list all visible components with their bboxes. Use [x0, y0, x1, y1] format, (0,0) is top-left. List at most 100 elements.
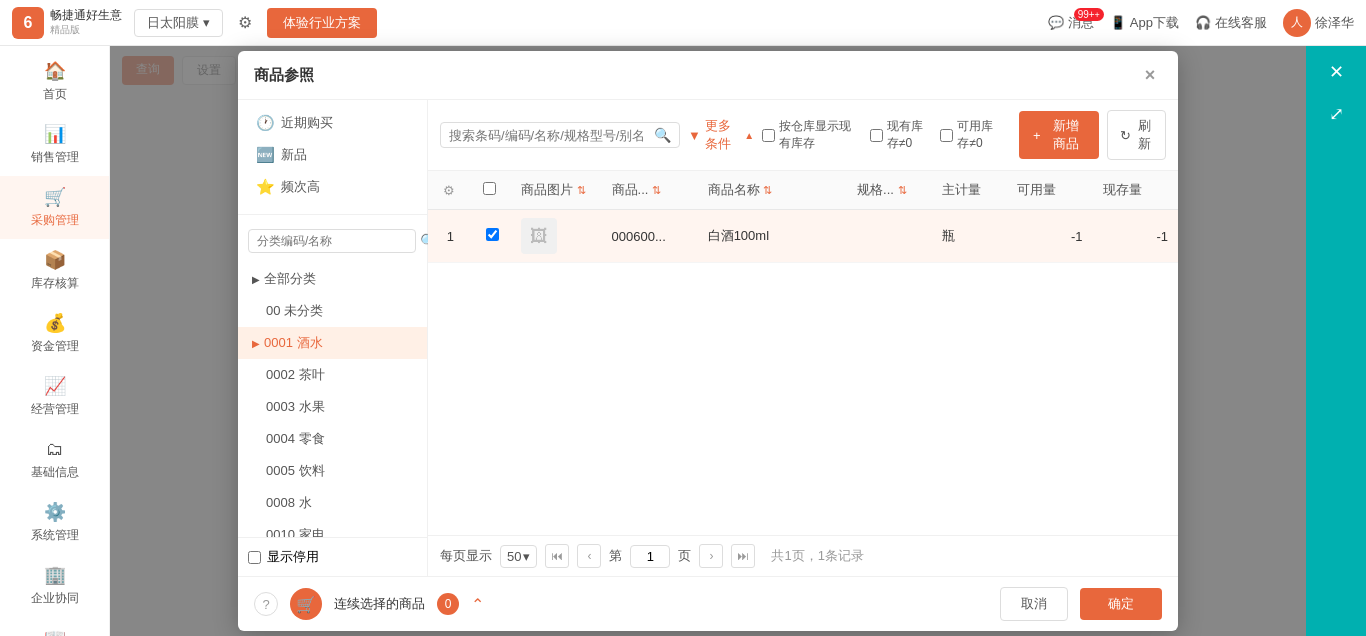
product-reference-modal: 商品参照 × 🕐 近期购买: [238, 51, 1178, 631]
settings-icon[interactable]: ⚙: [231, 9, 259, 37]
cta-button[interactable]: 体验行业方案: [267, 8, 377, 38]
sidebar-item-sys[interactable]: ⚙️ 系统管理: [0, 491, 109, 554]
help-button[interactable]: ?: [254, 592, 278, 616]
category-0004[interactable]: 0004 零食: [238, 423, 427, 455]
modal-overlay: 商品参照 × 🕐 近期购买: [110, 46, 1306, 636]
category-0003[interactable]: 0003 水果: [238, 391, 427, 423]
fold-button[interactable]: ⌃: [471, 595, 484, 614]
sidebar-item-corp[interactable]: 🏢 企业协同: [0, 554, 109, 617]
logo-text: 畅捷通好生意: [50, 8, 122, 24]
modal-close-button[interactable]: ×: [1138, 63, 1162, 87]
clock-icon: 🕐: [256, 114, 275, 132]
row-select-checkbox[interactable]: [486, 228, 499, 241]
app-download-item[interactable]: 📱 App下载: [1110, 14, 1179, 32]
category-all[interactable]: ▶ 全部分类: [238, 263, 427, 295]
avail-stock-checkbox[interactable]: [940, 129, 953, 142]
column-settings-icon[interactable]: ⚙: [438, 179, 460, 201]
more-filter-button[interactable]: ▼ 更多条件 ▲: [688, 117, 754, 153]
avail-stock-label: 可用库存≠0: [957, 118, 1002, 152]
sidebar-item-sales[interactable]: 📊 销售管理: [0, 113, 109, 176]
col-header-spec: 规格... ⇅: [847, 171, 932, 210]
logo-sub: 精品版: [50, 23, 122, 37]
cat-00-label: 00 未分类: [266, 302, 323, 320]
tab-recent-purchase[interactable]: 🕐 近期购买: [246, 108, 419, 138]
add-product-button[interactable]: + 新增商品: [1019, 111, 1099, 159]
row-spec: [847, 210, 932, 263]
sidebar-item-finance[interactable]: 💰 资金管理: [0, 302, 109, 365]
tab-new-products[interactable]: 🆕 新品: [246, 140, 419, 170]
page-number-input[interactable]: [630, 545, 670, 568]
online-service-item[interactable]: 🎧 在线客服: [1195, 14, 1267, 32]
headset-icon: 🎧: [1195, 15, 1211, 30]
warehouse-stock-checkbox[interactable]: [762, 129, 775, 142]
col-header-unit: 主计量: [932, 171, 1007, 210]
category-00[interactable]: 00 未分类: [238, 295, 427, 327]
row-stock: -1: [1093, 210, 1178, 263]
category-0008[interactable]: 0008 水: [238, 487, 427, 519]
page-size-select[interactable]: 50 ▾: [500, 545, 537, 568]
logo-icon: 6: [12, 7, 44, 39]
sidebar-item-purchase[interactable]: 🛒 采购管理: [0, 176, 109, 239]
row-unit: 瓶: [932, 210, 1007, 263]
guide-icon: 📖: [44, 627, 66, 636]
refresh-button[interactable]: ↻ 刷新: [1107, 110, 1166, 160]
sidebar-item-home[interactable]: 🏠 首页: [0, 50, 109, 113]
cancel-button[interactable]: 取消: [1000, 587, 1068, 621]
product-search-input[interactable]: [449, 128, 650, 143]
biz-icon: 📈: [44, 375, 66, 397]
product-thumbnail: 🖼: [521, 218, 557, 254]
category-search-input[interactable]: [248, 229, 416, 253]
sidebar-item-base[interactable]: 🗂 基础信息: [0, 428, 109, 491]
teal-close-button[interactable]: ✕: [1318, 54, 1354, 90]
left-panel-bottom: 显示停用: [238, 537, 427, 576]
corp-icon: 🏢: [44, 564, 66, 586]
search-input-wrap: 🔍: [440, 122, 680, 148]
refresh-label: 刷新: [1135, 117, 1153, 153]
left-panel-tabs: 🕐 近期购买 🆕 新品 ⭐ 频次高: [238, 100, 427, 210]
table-row[interactable]: 1 🖼: [428, 210, 1178, 263]
cat-0001-label: 0001 酒水: [264, 334, 323, 352]
select-all-checkbox[interactable]: [483, 182, 496, 195]
sidebar-label-home: 首页: [43, 86, 67, 103]
category-0001[interactable]: ▶ 0001 酒水: [238, 327, 427, 359]
sidebar-item-stock[interactable]: 📦 库存核算: [0, 239, 109, 302]
sidebar-label-finance: 资金管理: [31, 338, 79, 355]
cat-0004-label: 0004 零食: [266, 430, 325, 448]
main-layout: 🏠 首页 📊 销售管理 🛒 采购管理 📦 库存核算 💰 资金管理 📈 经营管理 …: [0, 46, 1366, 636]
filter-icon: ▼: [688, 128, 701, 143]
purchase-icon: 🛒: [44, 186, 66, 208]
sidebar-label-biz: 经营管理: [31, 401, 79, 418]
next-page-button[interactable]: ›: [699, 544, 723, 568]
category-0005[interactable]: 0005 饮料: [238, 455, 427, 487]
sidebar: 🏠 首页 📊 销售管理 🛒 采购管理 📦 库存核算 💰 资金管理 📈 经营管理 …: [0, 46, 110, 636]
teal-expand-button[interactable]: ⤢: [1318, 96, 1354, 132]
base-icon: 🗂: [44, 438, 66, 460]
user-profile-item[interactable]: 人 徐泽华: [1283, 9, 1354, 37]
sidebar-item-biz[interactable]: 📈 经营管理: [0, 365, 109, 428]
filter-label: 更多条件: [705, 117, 740, 153]
tab-frequent[interactable]: ⭐ 频次高: [246, 172, 419, 202]
sidebar-label-corp: 企业协同: [31, 590, 79, 607]
search-bar: 🔍 ▼ 更多条件 ▲ 按仓库显示现有库存: [428, 100, 1178, 171]
product-table-wrap: ⚙ 商品图片 ⇅: [428, 171, 1178, 535]
messages-nav-item[interactable]: 💬 消息 99++: [1048, 14, 1094, 32]
last-page-button[interactable]: ⏭: [731, 544, 755, 568]
prev-page-button[interactable]: ‹: [577, 544, 601, 568]
home-icon: 🏠: [44, 60, 66, 82]
col-header-avail: 可用量: [1007, 171, 1092, 210]
category-0010[interactable]: 0010 家电: [238, 519, 427, 537]
current-stock-checkbox[interactable]: [870, 129, 883, 142]
category-0002[interactable]: 0002 茶叶: [238, 359, 427, 391]
search-icon: 🔍: [654, 127, 671, 143]
pagination: 每页显示 50 ▾ ⏮ ‹ 第 页 › ⏭ 共1页: [428, 535, 1178, 576]
cart-icon-button[interactable]: 🛒: [290, 588, 322, 620]
store-dropdown[interactable]: 日太阳膜 ▾: [134, 9, 223, 37]
first-page-button[interactable]: ⏮: [545, 544, 569, 568]
sort-icon-spec: ⇅: [898, 184, 907, 196]
sidebar-item-guide[interactable]: 📖 新手引导: [0, 617, 109, 636]
cat-0002-label: 0002 茶叶: [266, 366, 325, 384]
row-code: 000600...: [602, 210, 698, 263]
mobile-icon: 📱: [1110, 15, 1126, 30]
confirm-button[interactable]: 确定: [1080, 588, 1162, 620]
show-disabled-checkbox[interactable]: [248, 551, 261, 564]
